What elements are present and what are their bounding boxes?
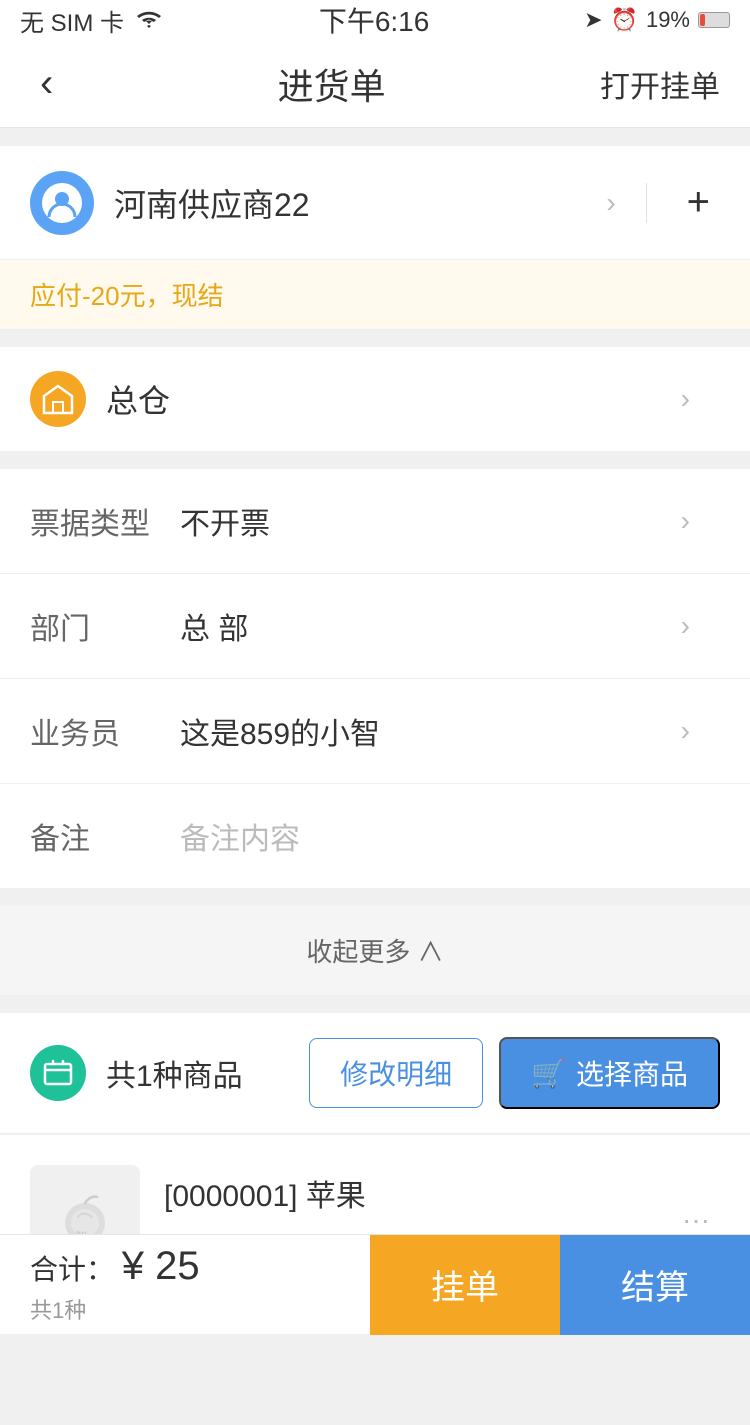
invoice-row[interactable]: 票据类型 不开票 ›	[0, 469, 750, 574]
dept-row[interactable]: 部门 总 部 ›	[0, 574, 750, 679]
total-sub: 共1种	[30, 1293, 340, 1325]
product-title: 苹果	[306, 1180, 366, 1213]
warehouse-chevron-icon: ›	[681, 383, 690, 415]
hold-button[interactable]: 挂单	[370, 1235, 560, 1335]
page-title: 进货单	[278, 58, 386, 110]
select-product-label: 选择商品	[576, 1053, 688, 1093]
supplier-name: 河南供应商22	[114, 180, 606, 226]
location-icon: ➤	[584, 7, 602, 33]
form-section: 票据类型 不开票 › 部门 总 部 › 业务员 这是859的小智 › 备注 备注…	[0, 469, 750, 888]
divider	[646, 183, 647, 223]
status-carrier: 无 SIM 卡	[20, 3, 164, 38]
sales-value: 这是859的小智	[160, 709, 681, 753]
cart-icon: 🛒	[531, 1057, 566, 1090]
sales-label: 业务员	[30, 709, 160, 753]
footer-total: 合计： ¥ 25 共1种	[0, 1244, 370, 1325]
checkout-button[interactable]: 结算	[560, 1235, 750, 1335]
remark-input[interactable]: 备注内容	[160, 814, 720, 858]
collapse-button[interactable]: 收起更多 ∧	[0, 906, 750, 995]
total-label: 合计：	[30, 1254, 114, 1285]
sales-row[interactable]: 业务员 这是859的小智 ›	[0, 679, 750, 784]
invoice-value: 不开票	[160, 499, 681, 543]
warning-banner: 应付-20元，现结	[0, 260, 750, 329]
dept-label: 部门	[30, 604, 160, 648]
battery-icon	[698, 12, 730, 28]
product-name: [0000001] 苹果	[164, 1171, 672, 1215]
remark-label: 备注	[30, 814, 160, 858]
back-button[interactable]: ‹	[30, 51, 63, 116]
supplier-section: 河南供应商22 › + 应付-20元，现结	[0, 146, 750, 329]
status-time: 下午6:16	[319, 0, 430, 40]
warehouse-section: 总仓 ›	[0, 347, 750, 451]
status-bar: 无 SIM 卡 下午6:16 ➤ ⏰ 19%	[0, 0, 750, 40]
alarm-icon: ⏰	[611, 7, 638, 33]
supplier-row[interactable]: 河南供应商22 › +	[0, 146, 750, 260]
products-count: 共1种商品	[106, 1051, 309, 1095]
warehouse-row[interactable]: 总仓 ›	[0, 347, 750, 451]
invoice-chevron-icon: ›	[681, 505, 690, 537]
add-button[interactable]: +	[677, 170, 720, 235]
total-amount: ¥ 25	[122, 1244, 200, 1288]
sales-chevron-icon: ›	[681, 715, 690, 747]
open-hold-button[interactable]: 打开挂单	[600, 62, 720, 106]
nav-bar: ‹ 进货单 打开挂单	[0, 40, 750, 128]
avatar-icon	[42, 183, 82, 223]
battery-text: 19%	[646, 7, 690, 33]
status-right: ➤ ⏰ 19%	[584, 7, 730, 33]
dept-chevron-icon: ›	[681, 610, 690, 642]
edit-detail-button[interactable]: 修改明细	[309, 1038, 483, 1108]
products-icon	[30, 1045, 86, 1101]
wifi-icon	[134, 6, 164, 35]
warehouse-icon	[30, 371, 86, 427]
select-product-button[interactable]: 🛒 选择商品	[499, 1037, 720, 1109]
product-code: [0000001]	[164, 1180, 297, 1213]
carrier-text: 无 SIM 卡	[20, 3, 124, 38]
footer-total-row: 合计： ¥ 25	[30, 1244, 340, 1289]
invoice-label: 票据类型	[30, 499, 160, 543]
remark-row[interactable]: 备注 备注内容	[0, 784, 750, 888]
supplier-avatar	[30, 171, 94, 235]
collapse-label: 收起更多 ∧	[306, 937, 443, 967]
supplier-chevron-icon: ›	[606, 187, 615, 219]
products-header: 共1种商品 修改明细 🛒 选择商品	[0, 1013, 750, 1134]
dept-value: 总 部	[160, 604, 681, 648]
warehouse-name: 总仓	[106, 376, 681, 422]
footer: 合计： ¥ 25 共1种 挂单 结算	[0, 1234, 750, 1334]
